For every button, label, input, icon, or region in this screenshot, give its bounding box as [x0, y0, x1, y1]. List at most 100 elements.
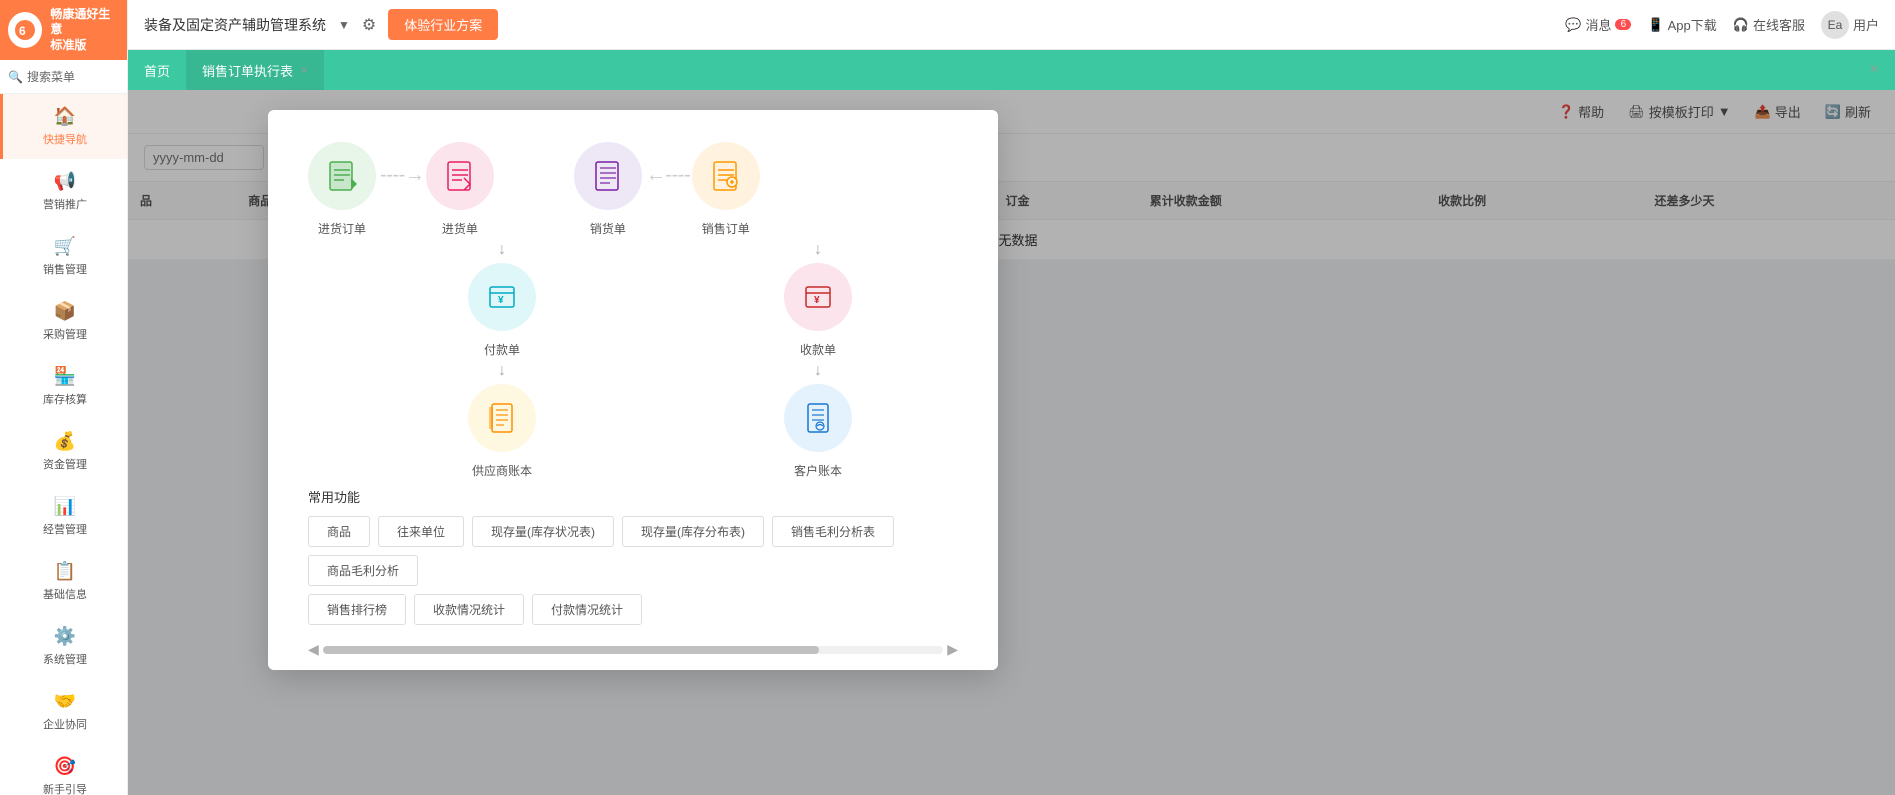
search-menu[interactable]: 🔍 搜索菜单 [0, 60, 127, 94]
app-download-button[interactable]: 📱 App下载 [1647, 15, 1716, 34]
sidebar-item-inventory[interactable]: 🏪 库存核算 [0, 354, 127, 419]
system-icon: ⚙️ [54, 626, 76, 647]
func-btn-stock-dist[interactable]: 现存量(库存分布表) [622, 516, 764, 547]
content-area: ❓ 帮助 🖨 按模板打印 ▼ 📤 导出 🔄 刷新 [128, 90, 1895, 795]
arrow-purchase-to-bill: - - - - → [380, 164, 422, 187]
search-menu-label: 搜索菜单 [27, 68, 75, 85]
sidebar-item-enterprise[interactable]: 🤝 企业协同 [0, 679, 127, 744]
payment-bill-node[interactable]: ¥ 付款单 [468, 263, 536, 358]
sidebar-item-system[interactable]: ⚙️ 系统管理 [0, 614, 127, 679]
inventory-icon: 🏪 [54, 366, 76, 387]
messages-label: 消息 [1585, 15, 1611, 34]
purchase-icon: 📦 [54, 301, 76, 322]
dialog-scrollbar: ◀ ▶ [308, 641, 958, 658]
finance-icon: 💰 [54, 431, 76, 452]
arrow-down-sales-bill: ↓ [784, 241, 852, 259]
service-icon: 🎧 [1733, 17, 1749, 33]
receipt-bill-icon: ¥ [784, 263, 852, 331]
sales-label: 销售管理 [43, 261, 87, 277]
purchase-bill-icon [426, 142, 494, 210]
tab-sales-order-exec[interactable]: 销售订单执行表 × [186, 50, 324, 90]
payment-bill-label: 付款单 [484, 341, 520, 358]
purchase-label: 采购管理 [43, 326, 87, 342]
enterprise-label: 企业协同 [43, 716, 87, 732]
tab-home-label: 首页 [144, 61, 170, 80]
sidebar-item-basic-info[interactable]: 📋 基础信息 [0, 549, 127, 614]
sidebar-item-marketing[interactable]: 📢 营销推广 [0, 159, 127, 224]
sidebar-item-purchase[interactable]: 📦 采购管理 [0, 289, 127, 354]
sidebar-logo: 6 畅康通好生意 标准版 [0, 0, 127, 60]
system-dropdown[interactable]: ▼ [338, 18, 350, 32]
tab-close-icon[interactable]: × [301, 63, 308, 77]
func-btn-contacts[interactable]: 往来单位 [378, 516, 464, 547]
avatar: Ea [1821, 11, 1849, 39]
customer-ledger-node[interactable]: 客户账本 [784, 384, 852, 479]
quick-nav-icon: 🏠 [54, 106, 76, 127]
receipt-bill-node[interactable]: ¥ 收款单 [784, 263, 852, 358]
common-functions-section: 常用功能 商品 往来单位 现存量(库存状况表) 现存量(库存分布表) 销售毛利分… [308, 487, 958, 625]
supplier-ledger-icon [468, 384, 536, 452]
online-service-button[interactable]: 🎧 在线客服 [1733, 15, 1805, 34]
tab-home[interactable]: 首页 [128, 50, 186, 90]
svg-text:¥: ¥ [814, 295, 820, 306]
arrow-down-payment: ↓ [468, 362, 536, 380]
arrow-sales-order-to-bill: ← - - - - [646, 164, 688, 187]
marketing-icon: 📢 [54, 171, 76, 192]
sidebar-item-newbie[interactable]: 🎯 新手引导 [0, 744, 127, 795]
newbie-icon: 🎯 [54, 756, 76, 777]
enterprise-icon: 🤝 [54, 691, 76, 712]
operations-label: 经营管理 [43, 521, 87, 537]
scroll-left-button[interactable]: ◀ [308, 641, 319, 658]
purchase-order-node[interactable]: 进货订单 [308, 142, 376, 237]
experience-button[interactable]: 体验行业方案 [388, 9, 498, 40]
scroll-thumb[interactable] [323, 646, 819, 654]
sidebar-item-sales[interactable]: 🛒 销售管理 [0, 224, 127, 289]
messages-badge: 6 [1615, 19, 1631, 30]
svg-text:6: 6 [19, 24, 26, 38]
settings-icon[interactable]: ⚙ [362, 15, 376, 35]
operations-icon: 📊 [54, 496, 76, 517]
finance-label: 资金管理 [43, 456, 87, 472]
supplier-ledger-label: 供应商账本 [472, 462, 532, 479]
system-label: 系统管理 [43, 651, 87, 667]
main-content: 装备及固定资产辅助管理系统 ▼ ⚙ 体验行业方案 💬 消息 6 📱 App下载 … [128, 0, 1895, 795]
func-btn-goods-gross[interactable]: 商品毛利分析 [308, 555, 418, 586]
message-icon: 💬 [1565, 17, 1581, 33]
sidebar-item-finance[interactable]: 💰 资金管理 [0, 419, 127, 484]
sales-order-icon [692, 142, 760, 210]
scroll-right-button[interactable]: ▶ [947, 641, 958, 658]
func-btn-goods[interactable]: 商品 [308, 516, 370, 547]
app-name: 畅康通好生意 标准版 [50, 7, 119, 54]
tab-bar-close-button[interactable]: × [1854, 61, 1895, 79]
customer-ledger-icon [784, 384, 852, 452]
supplier-ledger-node[interactable]: 供应商账本 [468, 384, 536, 479]
func-btn-stock-status[interactable]: 现存量(库存状况表) [472, 516, 614, 547]
customer-ledger-label: 客户账本 [794, 462, 842, 479]
messages-button[interactable]: 💬 消息 6 [1565, 15, 1631, 34]
sales-order-node[interactable]: 销售订单 [692, 142, 760, 237]
user-button[interactable]: Ea 用户 [1821, 11, 1879, 39]
func-btn-receipt-stats[interactable]: 收款情况统计 [414, 594, 524, 625]
common-functions-title: 常用功能 [308, 487, 958, 506]
basic-info-label: 基础信息 [43, 586, 87, 602]
marketing-label: 营销推广 [43, 196, 87, 212]
user-label: 用户 [1853, 15, 1879, 34]
func-btn-sales-gross[interactable]: 销售毛利分析表 [772, 516, 894, 547]
sidebar-item-operations[interactable]: 📊 经营管理 [0, 484, 127, 549]
sidebar-item-quick-nav[interactable]: 🏠 快捷导航 [0, 94, 127, 159]
sidebar-nav: 🏠 快捷导航 📢 营销推广 🛒 销售管理 📦 采购管理 🏪 库存核算 💰 [0, 94, 127, 795]
func-btn-sales-rank[interactable]: 销售排行榜 [308, 594, 406, 625]
sales-bill-node[interactable]: 销货单 [574, 142, 642, 237]
quick-nav-label: 快捷导航 [43, 131, 87, 147]
tab-sales-order-exec-label: 销售订单执行表 [202, 61, 293, 80]
flow-dialog-overlay[interactable]: 进货订单 - - - - → [128, 90, 1895, 795]
receipt-bill-label: 收款单 [800, 341, 836, 358]
online-service-label: 在线客服 [1753, 15, 1805, 34]
app-download-label: App下载 [1668, 15, 1717, 34]
func-btn-payment-stats[interactable]: 付款情况统计 [532, 594, 642, 625]
purchase-bill-node[interactable]: 进货单 [426, 142, 494, 237]
scroll-track[interactable] [323, 646, 943, 654]
sales-icon: 🛒 [54, 236, 76, 257]
sales-bill-label: 销货单 [590, 220, 626, 237]
arrow-down-receipt: ↓ [784, 362, 852, 380]
